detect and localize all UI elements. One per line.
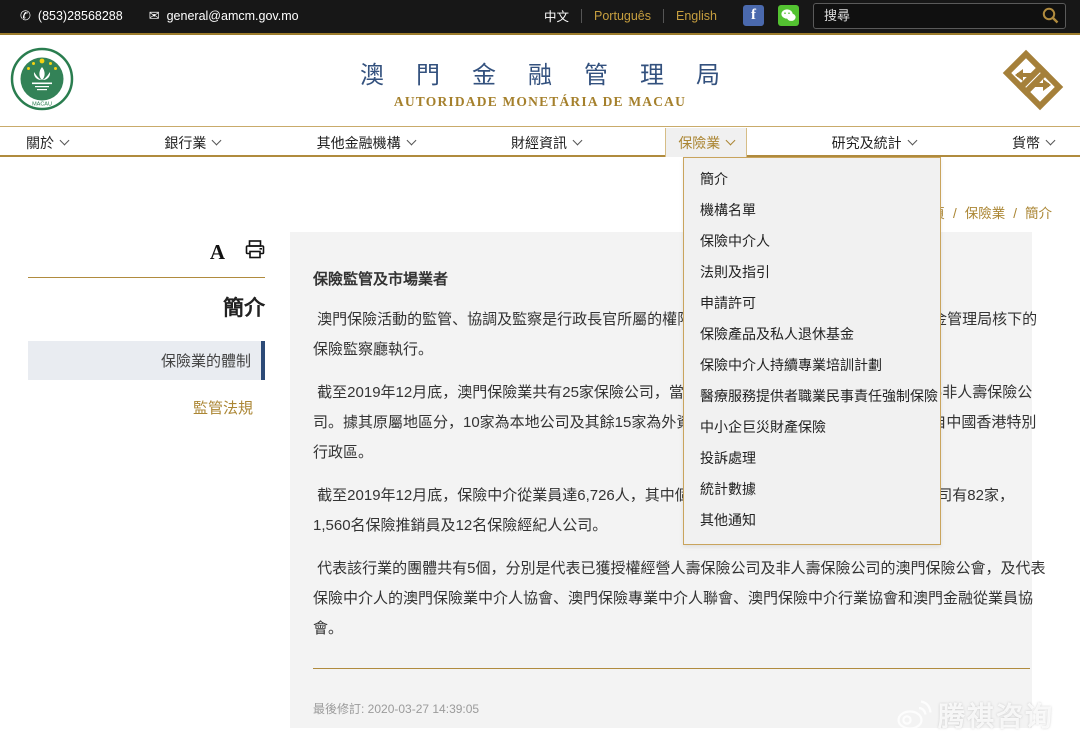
dropdown-item-5[interactable]: 保險產品及私人退休基金 bbox=[684, 318, 940, 349]
dropdown-item-9[interactable]: 投訴處理 bbox=[684, 442, 940, 473]
phone-icon: ✆ bbox=[20, 8, 31, 24]
breadcrumb-item-2[interactable]: 簡介 bbox=[1025, 206, 1052, 221]
email-link[interactable]: ✉ general@amcm.gov.mo bbox=[149, 8, 299, 24]
sidebar-item-1[interactable]: 監管法規 bbox=[28, 388, 265, 427]
dropdown-item-7[interactable]: 醫療服務提供者職業民事責任強制保險 bbox=[684, 380, 940, 411]
nav-item-label: 銀行業 bbox=[164, 133, 206, 153]
site-title-pt: AUTORIDADE MONETÁRIA DE MACAU bbox=[0, 94, 1080, 110]
font-size-button[interactable]: A bbox=[210, 242, 225, 263]
phone-number: (853)28568288 bbox=[38, 9, 123, 23]
chevron-down-icon bbox=[60, 136, 70, 146]
page-tools: A bbox=[28, 240, 265, 264]
sidebar-divider bbox=[28, 277, 265, 278]
facebook-icon[interactable]: f bbox=[743, 5, 764, 26]
search-icon[interactable] bbox=[1042, 7, 1059, 27]
search-box bbox=[813, 3, 1066, 29]
chevron-down-icon bbox=[406, 136, 416, 146]
nav-item-4[interactable]: 保險業 bbox=[665, 128, 747, 157]
nav-item-label: 其他金融機構 bbox=[317, 133, 401, 153]
last-modified: 最後修訂: 2020-03-27 14:39:05 bbox=[313, 700, 1030, 717]
dropdown-item-1[interactable]: 機構名單 bbox=[684, 194, 940, 225]
breadcrumb-separator: / bbox=[1013, 206, 1017, 221]
site-title: 澳 門 金 融 管 理 局 AUTORIDADE MONETÁRIA DE MA… bbox=[0, 55, 1080, 110]
insurance-dropdown-menu: 簡介機構名單保險中介人法則及指引申請許可保險產品及私人退休基金保險中介人持續專業… bbox=[683, 157, 941, 545]
nav-item-label: 保險業 bbox=[678, 133, 720, 153]
language-switcher: 中文PortuguêsEnglish bbox=[532, 6, 729, 25]
language-option-0[interactable]: 中文 bbox=[532, 6, 581, 25]
email-address: general@amcm.gov.mo bbox=[167, 9, 299, 23]
paragraph-line: 保險中介人的澳門保險業中介人協會、澳門保險專業中介人聯會、澳門保險中介行業協會和… bbox=[313, 584, 1030, 614]
sidebar-section-title: 簡介 bbox=[28, 292, 265, 322]
paragraph-line: 代表該行業的團體共有5個，分別是代表已獲授權經營人壽保險公司及非人壽保險公司的澳… bbox=[313, 554, 1030, 584]
main-nav: 關於 銀行業 其他金融機構 財經資訊 保險業 研究及統計 貨幣 bbox=[0, 128, 1080, 157]
dropdown-item-2[interactable]: 保險中介人 bbox=[684, 225, 940, 256]
chevron-down-icon bbox=[1046, 136, 1056, 146]
nav-item-2[interactable]: 其他金融機構 bbox=[305, 128, 427, 157]
nav-item-5[interactable]: 研究及統計 bbox=[820, 128, 928, 157]
dropdown-item-4[interactable]: 申請許可 bbox=[684, 287, 940, 318]
sidebar-menu: 保險業的體制監管法規 bbox=[28, 341, 265, 427]
paragraph-3: 代表該行業的團體共有5個，分別是代表已獲授權經營人壽保險公司及非人壽保險公司的澳… bbox=[313, 554, 1030, 644]
content-divider bbox=[313, 668, 1030, 669]
mail-icon: ✉ bbox=[149, 8, 160, 24]
chevron-down-icon bbox=[212, 136, 222, 146]
dropdown-item-0[interactable]: 簡介 bbox=[684, 163, 940, 194]
dropdown-item-11[interactable]: 其他通知 bbox=[684, 504, 940, 535]
chevron-down-icon bbox=[573, 136, 583, 146]
nav-item-3[interactable]: 財經資訊 bbox=[499, 128, 593, 157]
print-button[interactable] bbox=[245, 240, 265, 264]
wechat-glyph bbox=[781, 9, 796, 22]
sidebar-item-0[interactable]: 保險業的體制 bbox=[28, 341, 265, 380]
breadcrumb-item-1[interactable]: 保險業 bbox=[965, 206, 1006, 221]
chevron-down-icon bbox=[907, 136, 917, 146]
nav-item-0[interactable]: 關於 bbox=[14, 128, 80, 157]
language-option-1[interactable]: Português bbox=[581, 9, 663, 23]
nav-item-label: 研究及統計 bbox=[832, 133, 902, 153]
dropdown-item-6[interactable]: 保險中介人持續專業培訓計劃 bbox=[684, 349, 940, 380]
nav-item-1[interactable]: 銀行業 bbox=[152, 128, 232, 157]
chevron-down-icon bbox=[726, 136, 736, 146]
dropdown-item-3[interactable]: 法則及指引 bbox=[684, 256, 940, 287]
nav-item-label: 關於 bbox=[26, 133, 54, 153]
site-header: MACAU 澳 門 金 融 管 理 局 AUTORIDADE MONETÁRIA… bbox=[0, 35, 1080, 127]
paragraph-line: 會。 bbox=[313, 614, 1030, 644]
nav-item-6[interactable]: 貨幣 bbox=[1000, 128, 1066, 157]
dropdown-item-10[interactable]: 統計數據 bbox=[684, 473, 940, 504]
nav-item-label: 貨幣 bbox=[1012, 133, 1040, 153]
site-title-zh: 澳 門 金 融 管 理 局 bbox=[0, 55, 1080, 90]
top-bar: ✆ (853)28568288 ✉ general@amcm.gov.mo 中文… bbox=[0, 0, 1080, 35]
breadcrumb-separator: / bbox=[953, 206, 957, 221]
page: ✆ (853)28568288 ✉ general@amcm.gov.mo 中文… bbox=[0, 0, 1080, 738]
wechat-icon[interactable] bbox=[778, 5, 799, 26]
search-input[interactable] bbox=[813, 3, 1066, 29]
dropdown-item-8[interactable]: 中小企巨災財產保險 bbox=[684, 411, 940, 442]
amcm-logo bbox=[1002, 49, 1064, 116]
nav-item-label: 財經資訊 bbox=[511, 133, 567, 153]
phone-link[interactable]: ✆ (853)28568288 bbox=[20, 8, 123, 24]
language-option-2[interactable]: English bbox=[663, 9, 729, 23]
